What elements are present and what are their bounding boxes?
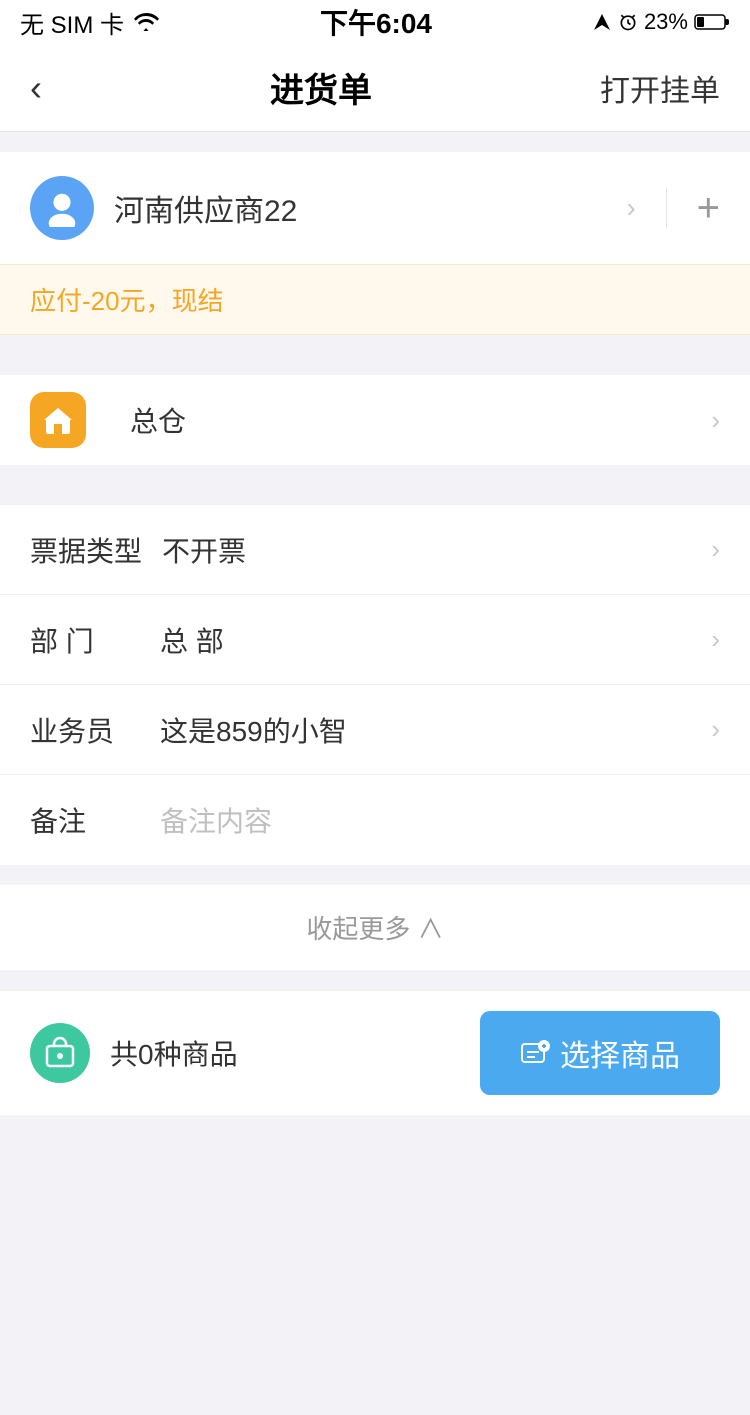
supplier-avatar	[30, 176, 94, 240]
nav-bar: ‹ 进货单 打开挂单	[0, 44, 750, 132]
supplier-row[interactable]: 河南供应商22 › +	[0, 152, 750, 264]
fields-section: 票据类型 不开票 › 部 门 总 部 › 业务员 这是859的小智 › 备注 备…	[0, 505, 750, 865]
salesperson-chevron-icon: ›	[711, 714, 720, 745]
supplier-chevron-icon: ›	[626, 192, 635, 224]
status-right: 23%	[592, 9, 730, 35]
add-button[interactable]: +	[697, 186, 720, 231]
product-icon	[43, 1036, 77, 1070]
separator-2	[0, 335, 750, 355]
battery-icon	[694, 13, 730, 31]
supplier-section: 河南供应商22 › + 应付-20元，现结	[0, 152, 750, 335]
page-title: 进货单	[270, 63, 372, 112]
location-icon	[592, 12, 612, 32]
open-pending-button[interactable]: 打开挂单	[600, 66, 720, 110]
collapse-row[interactable]: 收起更多 ∧	[0, 885, 750, 970]
invoice-chevron-icon: ›	[711, 534, 720, 565]
product-icon-bg	[30, 1023, 90, 1083]
select-product-label: 选择商品	[560, 1031, 680, 1075]
remark-row[interactable]: 备注 备注内容	[0, 775, 750, 865]
page-background	[0, 1115, 750, 1415]
person-icon	[43, 189, 81, 227]
back-button[interactable]: ‹	[30, 67, 42, 109]
salesperson-row[interactable]: 业务员 这是859的小智 ›	[0, 685, 750, 775]
warehouse-icon-bg	[30, 392, 86, 448]
status-time: 下午6:04	[320, 2, 432, 42]
product-count: 共0种商品	[110, 1033, 480, 1073]
status-bar: 无 SIM 卡 下午6:04 23%	[0, 0, 750, 44]
warehouse-row[interactable]: 总仓 ›	[0, 375, 750, 465]
status-left: 无 SIM 卡	[20, 5, 160, 40]
separator-1	[0, 132, 750, 152]
alarm-icon	[618, 12, 638, 32]
salesperson-value: 这是859的小智	[160, 710, 711, 750]
select-product-button[interactable]: 选择商品	[480, 1011, 720, 1095]
battery-percent: 23%	[644, 9, 688, 35]
notice-text: 应付-20元，现结	[30, 286, 224, 316]
invoice-value: 不开票	[162, 530, 711, 570]
supplier-name: 河南供应商22	[114, 186, 626, 230]
supplier-divider	[666, 188, 667, 228]
separator-3	[0, 465, 750, 485]
department-chevron-icon: ›	[711, 624, 720, 655]
warehouse-icon	[42, 404, 74, 436]
select-product-icon	[520, 1038, 550, 1068]
department-value: 总 部	[160, 620, 711, 660]
department-row[interactable]: 部 门 总 部 ›	[0, 595, 750, 685]
remark-value[interactable]: 备注内容	[160, 800, 720, 840]
warehouse-section: 总仓 ›	[0, 375, 750, 465]
warehouse-chevron-icon: ›	[711, 405, 720, 436]
no-sim-text: 无 SIM 卡	[20, 5, 124, 40]
collapse-text: 收起更多 ∧	[306, 909, 443, 946]
invoice-row[interactable]: 票据类型 不开票 ›	[0, 505, 750, 595]
bottom-bar: 共0种商品 选择商品	[0, 990, 750, 1115]
wifi-icon	[132, 12, 160, 32]
department-label: 部 门	[30, 620, 140, 660]
notice-bar: 应付-20元，现结	[0, 264, 750, 335]
warehouse-name: 总仓	[130, 400, 701, 440]
salesperson-label: 业务员	[30, 710, 140, 750]
invoice-label: 票据类型	[30, 530, 142, 570]
remark-label: 备注	[30, 800, 140, 840]
